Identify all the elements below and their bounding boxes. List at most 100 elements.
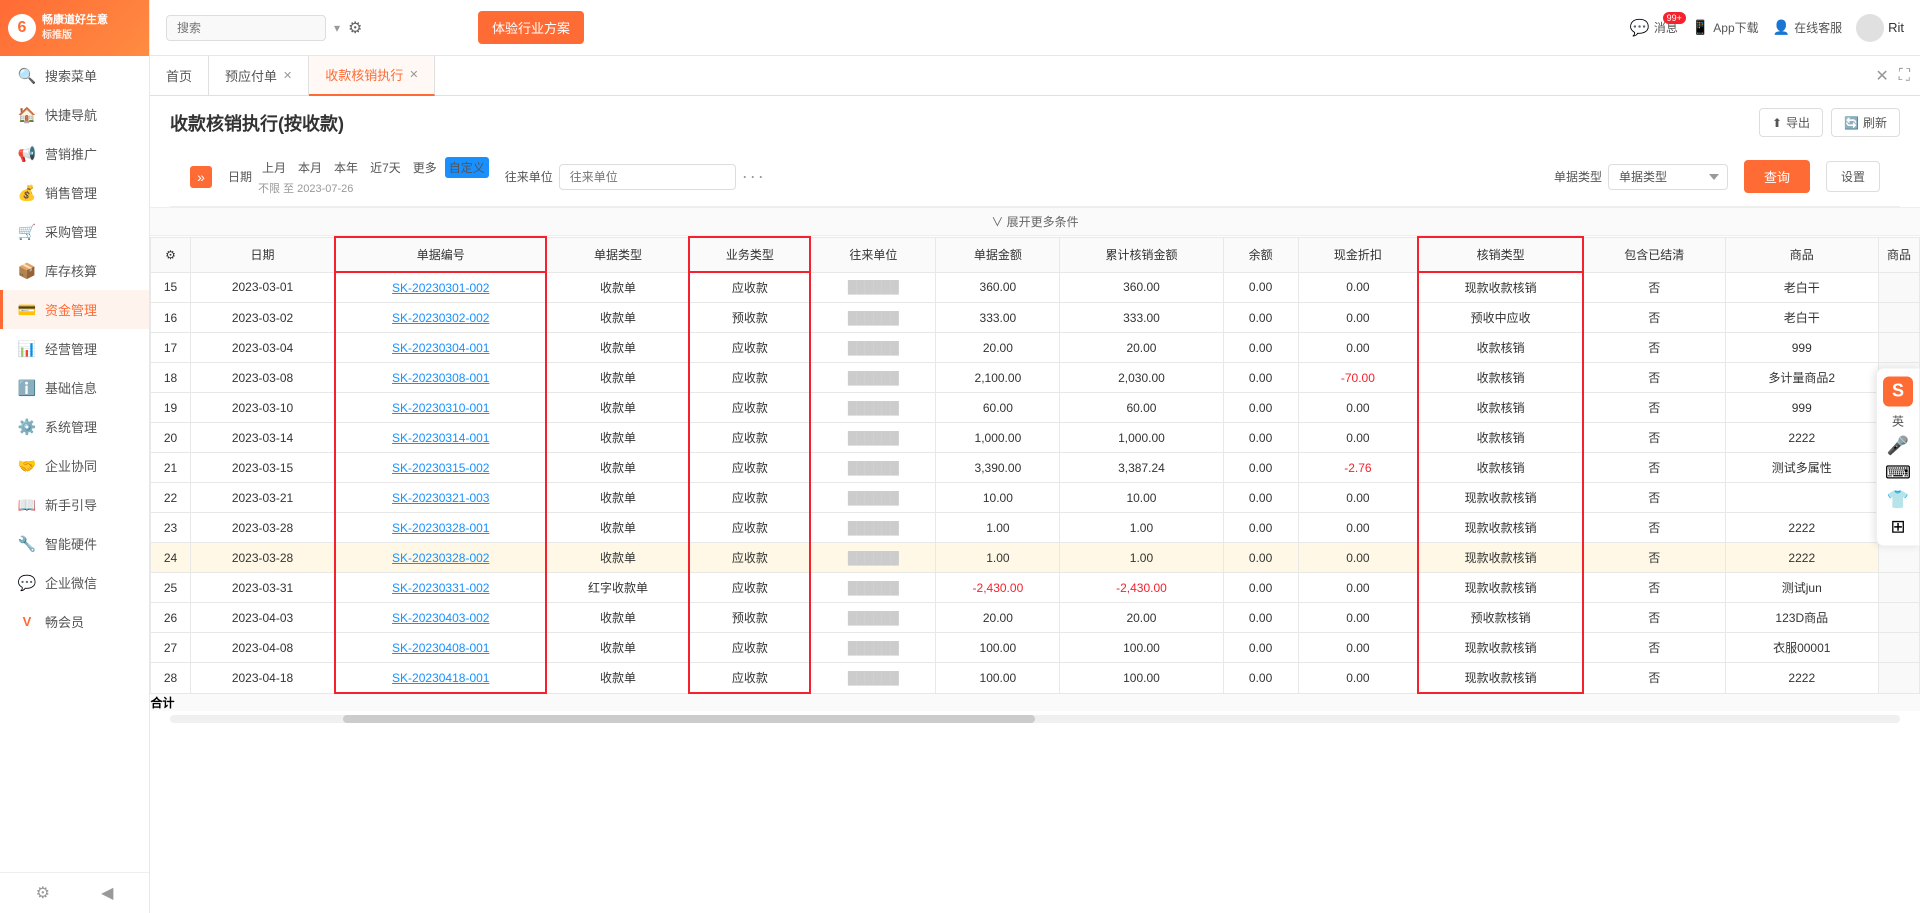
cell-voucher-no[interactable]: SK-20230331-002 — [335, 573, 546, 603]
cell-voucher-no[interactable]: SK-20230403-002 — [335, 603, 546, 633]
sidebar-item-quick[interactable]: 🏠 快捷导航 — [0, 95, 149, 134]
message-area[interactable]: 💬 消息 99+ — [1630, 18, 1678, 38]
sidebar-item-sales[interactable]: 💰 销售管理 — [0, 173, 149, 212]
gear-icon: ⚙️ — [17, 418, 37, 436]
sidebar-item-purchase[interactable]: 🛒 采购管理 — [0, 212, 149, 251]
user-area[interactable]: Rit — [1856, 14, 1904, 42]
voucher-link[interactable]: SK-20230301-002 — [392, 281, 489, 295]
filter-custom-btn[interactable]: 自定义 — [445, 157, 489, 178]
filter-this-month[interactable]: 本月 — [294, 157, 326, 178]
export-button[interactable]: ⬆ 导出 — [1759, 108, 1823, 137]
cell-goods: 衣服00001 — [1725, 633, 1878, 663]
refresh-button[interactable]: 🔄 刷新 — [1831, 108, 1900, 137]
cell-balance: 0.00 — [1223, 573, 1298, 603]
sidebar-item-finance[interactable]: 💳 资金管理 — [0, 290, 149, 329]
tab-collection[interactable]: 收款核销执行 ✕ — [309, 56, 435, 96]
cell-voucher-no[interactable]: SK-20230418-001 — [335, 663, 546, 694]
app-download-area[interactable]: 📱 App下载 — [1692, 19, 1759, 36]
microphone-icon[interactable]: 🎤 — [1887, 435, 1909, 456]
sidebar-item-hardware[interactable]: 🔧 智能硬件 — [0, 524, 149, 563]
logo-text: 畅康道好生意 标推版 — [42, 13, 108, 42]
voucher-link[interactable]: SK-20230408-001 — [392, 641, 489, 655]
cell-voucher-no[interactable]: SK-20230408-001 — [335, 633, 546, 663]
voucher-link[interactable]: SK-20230302-002 — [392, 311, 489, 325]
cell-voucher-no[interactable]: SK-20230304-001 — [335, 333, 546, 363]
tab-expand-icon[interactable]: ⛶ — [1899, 67, 1910, 85]
cell-voucher-no[interactable]: SK-20230314-001 — [335, 423, 546, 453]
filter-last-month[interactable]: 上月 — [258, 157, 290, 178]
voucher-link[interactable]: SK-20230328-002 — [392, 551, 489, 565]
brand-s-letter: S — [1883, 376, 1913, 406]
page-title: 收款核销执行(按收款) — [170, 110, 344, 136]
sidebar-item-system[interactable]: ⚙️ 系统管理 — [0, 407, 149, 446]
cell-voucher-no[interactable]: SK-20230328-002 — [335, 543, 546, 573]
cell-voucher-no[interactable]: SK-20230328-001 — [335, 513, 546, 543]
filter-this-year[interactable]: 本年 — [330, 157, 362, 178]
voucher-link[interactable]: SK-20230304-001 — [392, 341, 489, 355]
shirt-icon[interactable]: 👕 — [1887, 489, 1909, 510]
cell-no: 24 — [151, 543, 191, 573]
cell-voucher-no[interactable]: SK-20230301-002 — [335, 272, 546, 303]
sidebar-item-marketing[interactable]: 📢 营销推广 — [0, 134, 149, 173]
voucher-link[interactable]: SK-20230315-002 — [392, 461, 489, 475]
collapse-icon[interactable]: ◀ — [101, 883, 113, 903]
cell-voucher-no[interactable]: SK-20230321-003 — [335, 483, 546, 513]
tab-receivable[interactable]: 预应付单 ✕ — [209, 56, 309, 96]
expand-more-bar[interactable]: ∨ 展开更多条件 — [150, 208, 1920, 236]
sidebar-item-basic[interactable]: ℹ️ 基础信息 — [0, 368, 149, 407]
voucher-link[interactable]: SK-20230418-001 — [392, 671, 489, 685]
filter-more[interactable]: 更多 — [409, 157, 441, 178]
cell-voucher-no[interactable]: SK-20230310-001 — [335, 393, 546, 423]
tab-receivable-close[interactable]: ✕ — [283, 69, 292, 82]
col-settings[interactable]: ⚙ — [151, 237, 191, 272]
grid-icon[interactable]: ⊞ — [1890, 516, 1905, 537]
sidebar-item-corp[interactable]: 🤝 企业协同 — [0, 446, 149, 485]
sidebar-item-guide[interactable]: 📖 新手引导 — [0, 485, 149, 524]
voucher-link[interactable]: SK-20230328-001 — [392, 521, 489, 535]
tab-close-all-icon[interactable]: ✕ — [1875, 66, 1888, 86]
cell-cash-discount: 0.00 — [1298, 573, 1418, 603]
settings-bottom-icon[interactable]: ⚙ — [36, 883, 50, 903]
tab-home[interactable]: 首页 — [150, 56, 209, 96]
filter-bar: » 日期 上月 本月 本年 近7天 更多 自定义 不限 至 2023-07-26 — [170, 147, 1900, 207]
tab-collection-close[interactable]: ✕ — [409, 68, 418, 81]
sidebar-item-stock[interactable]: 📦 库存核算 — [0, 251, 149, 290]
keyboard-icon[interactable]: ⌨ — [1885, 462, 1911, 483]
filter-counterparty-input[interactable] — [559, 164, 736, 190]
voucher-link[interactable]: SK-20230308-001 — [392, 371, 489, 385]
cell-voucher-no[interactable]: SK-20230302-002 — [335, 303, 546, 333]
industry-btn[interactable]: 体验行业方案 — [478, 11, 584, 44]
table-row: 28 2023-04-18 SK-20230418-001 收款单 应收款 ██… — [151, 663, 1920, 694]
voucher-link[interactable]: SK-20230403-002 — [392, 611, 489, 625]
topbar-gear-icon[interactable]: ⚙ — [348, 18, 362, 38]
cell-amount: 2,100.00 — [936, 363, 1060, 393]
cart-icon: 🛒 — [17, 223, 37, 241]
user-avatar — [1856, 14, 1884, 42]
query-button[interactable]: 查询 — [1744, 160, 1810, 193]
sidebar-item-member[interactable]: V 畅会员 — [0, 602, 149, 641]
cell-voucher-no[interactable]: SK-20230315-002 — [335, 453, 546, 483]
cell-voucher-no[interactable]: SK-20230308-001 — [335, 363, 546, 393]
settings-button[interactable]: 设置 — [1826, 161, 1880, 192]
table-row: 19 2023-03-10 SK-20230310-001 收款单 应收款 ██… — [151, 393, 1920, 423]
cell-balance: 0.00 — [1223, 272, 1298, 303]
sidebar-item-operation[interactable]: 📊 经营管理 — [0, 329, 149, 368]
filter-vouchertype-select[interactable]: 单据类型 — [1608, 164, 1728, 190]
scrollbar-thumb[interactable] — [343, 715, 1035, 723]
voucher-link[interactable]: SK-20230310-001 — [392, 401, 489, 415]
filter-7days[interactable]: 近7天 — [366, 157, 405, 178]
sidebar-item-wechat[interactable]: 💬 企业微信 — [0, 563, 149, 602]
filter-toggle-btn[interactable]: » — [190, 166, 212, 188]
cell-biz-type: 应收款 — [689, 363, 810, 393]
voucher-link[interactable]: SK-20230321-003 — [392, 491, 489, 505]
cell-counterparty: ██████ — [810, 573, 936, 603]
sidebar-item-search[interactable]: 🔍 搜索菜单 — [0, 56, 149, 95]
support-area[interactable]: 👤 在线客服 — [1773, 19, 1842, 36]
dropdown-icon[interactable]: ▾ — [334, 21, 340, 35]
topbar-search-input[interactable] — [166, 15, 326, 41]
filter-dots[interactable]: ··· — [742, 166, 766, 187]
column-settings-icon[interactable]: ⚙ — [165, 248, 176, 262]
voucher-link[interactable]: SK-20230314-001 — [392, 431, 489, 445]
voucher-link[interactable]: SK-20230331-002 — [392, 581, 489, 595]
horizontal-scrollbar[interactable] — [170, 715, 1900, 723]
